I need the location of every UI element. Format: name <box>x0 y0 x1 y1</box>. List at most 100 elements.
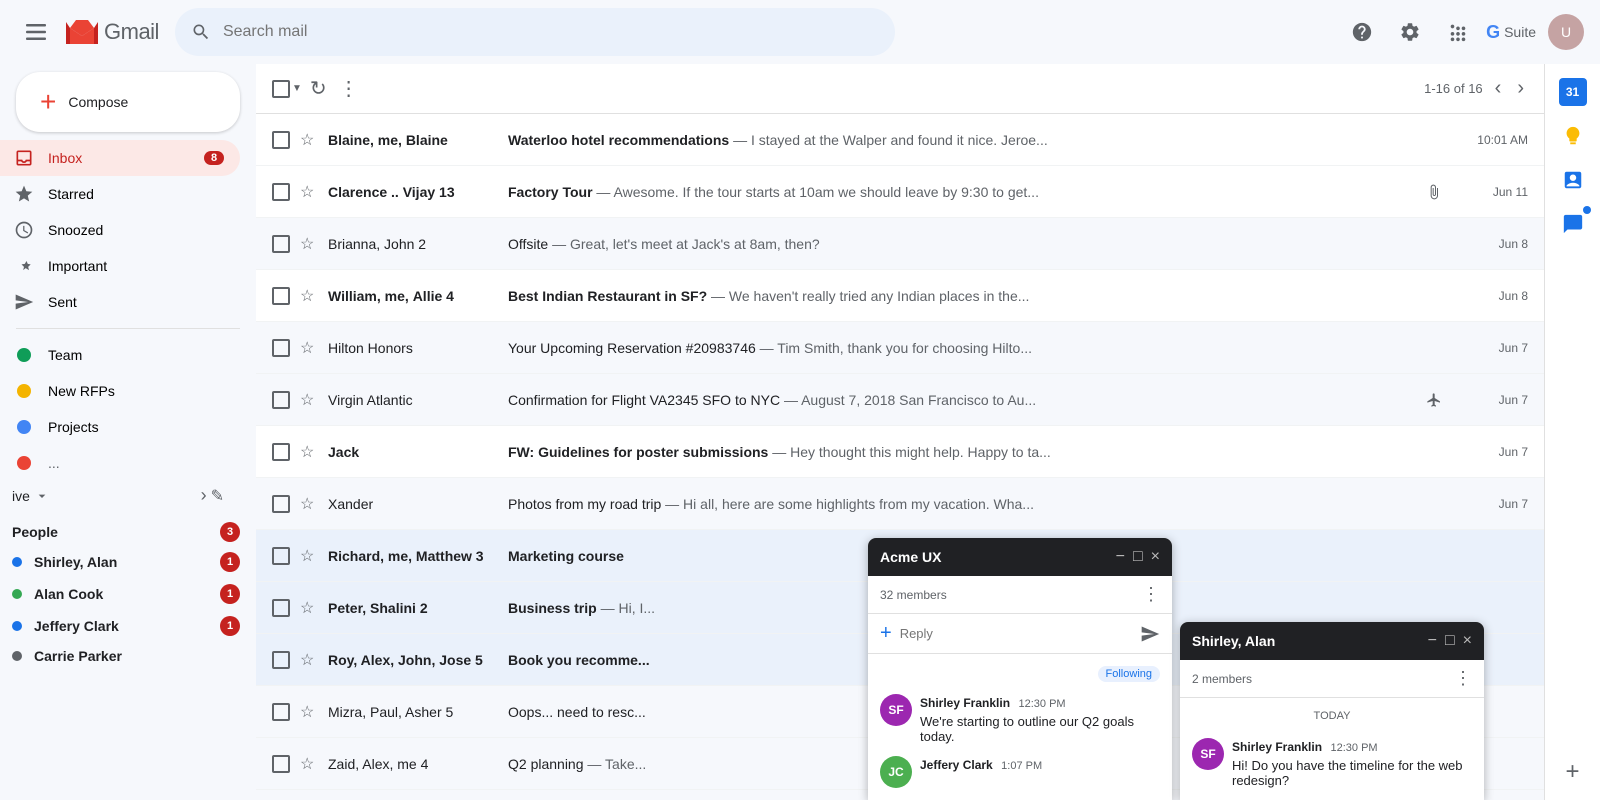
person-item-jeffery-clark[interactable]: Jeffery Clark 1 <box>0 610 256 642</box>
row-checkbox-10[interactable] <box>272 651 300 669</box>
reply-plus-icon[interactable]: + <box>880 622 892 645</box>
important-icon <box>12 256 36 276</box>
sa-more-icon[interactable]: ⋮ <box>1454 668 1472 689</box>
row-checkbox-5[interactable] <box>272 391 300 409</box>
menu-button[interactable] <box>16 12 56 52</box>
row-checkbox-4[interactable] <box>272 339 300 357</box>
star-10[interactable]: ☆ <box>300 650 328 670</box>
sidebar-item-newrfps[interactable]: New RFPs <box>0 373 240 409</box>
star-0[interactable]: ☆ <box>300 130 328 150</box>
person-item-shirley-alan[interactable]: Shirley, Alan 1 <box>0 546 256 578</box>
row-checkbox-12[interactable] <box>272 755 300 773</box>
chat-icon[interactable] <box>1553 204 1593 244</box>
tasks-icon[interactable] <box>1553 160 1593 200</box>
person-dot-carrie <box>12 651 22 661</box>
compose-button[interactable]: + Compose <box>16 72 240 132</box>
row-checkbox-3[interactable] <box>272 287 300 305</box>
help-button[interactable] <box>1342 12 1382 52</box>
star-6[interactable]: ☆ <box>300 442 328 462</box>
settings-button[interactable] <box>1390 12 1430 52</box>
person-item-alan-cook[interactable]: Alan Cook 1 <box>0 578 256 610</box>
sidebar-item-snoozed[interactable]: Snoozed <box>0 212 240 248</box>
right-side: ▼ ↻ ⋮ 1-16 of 16 ‹ › ☆ Blaine, me, Blain… <box>256 64 1544 800</box>
more-options-button[interactable]: ⋮ <box>335 72 363 105</box>
sidebar-item-more[interactable]: ... <box>0 445 240 481</box>
people-section: People 3 Shirley, Alan 1 Alan Cook 1 Jef… <box>0 510 256 678</box>
search-bar[interactable] <box>175 8 895 56</box>
expand-sa-button[interactable]: □ <box>1445 632 1455 650</box>
collapse-icon[interactable]: › <box>201 485 207 506</box>
sidebar-item-inbox[interactable]: Inbox 8 <box>0 140 240 176</box>
today-label: TODAY <box>1192 710 1472 722</box>
row-checkbox-9[interactable] <box>272 599 300 617</box>
keep-icon[interactable] <box>1553 116 1593 156</box>
acme-more-icon[interactable]: ⋮ <box>1142 584 1160 605</box>
minimize-sa-button[interactable]: − <box>1428 632 1437 650</box>
person-item-carrie-parker[interactable]: Carrie Parker <box>0 642 256 670</box>
sender-4: Hilton Honors <box>328 340 508 356</box>
row-checkbox-11[interactable] <box>272 703 300 721</box>
calendar-icon[interactable]: 31 <box>1553 72 1593 112</box>
star-2[interactable]: ☆ <box>300 234 328 254</box>
apps-button[interactable] <box>1438 12 1478 52</box>
table-row[interactable]: ☆ Xander Photos from my road trip — Hi a… <box>256 478 1544 530</box>
row-checkbox-6[interactable] <box>272 443 300 461</box>
expand-acme-button[interactable]: □ <box>1133 548 1143 566</box>
person-name-shirley: Shirley, Alan <box>34 554 220 570</box>
topbar-right: G Suite U <box>1342 12 1584 52</box>
close-sa-button[interactable]: × <box>1463 632 1472 650</box>
next-page-button[interactable]: › <box>1513 73 1528 104</box>
sidebar-item-projects[interactable]: Projects <box>0 409 240 445</box>
chevron-down-icon[interactable] <box>34 488 50 504</box>
edit-icon[interactable]: ✎ <box>211 486 224 506</box>
following-badge: Following <box>1098 666 1160 682</box>
sidebar-item-sent[interactable]: Sent <box>0 284 240 320</box>
star-4[interactable]: ☆ <box>300 338 328 358</box>
star-12[interactable]: ☆ <box>300 754 328 774</box>
sidebar-item-important[interactable]: Important <box>0 248 240 284</box>
shirley-alan-title: Shirley, Alan <box>1192 633 1428 649</box>
table-row[interactable]: ☆ Jack FW: Guidelines for poster submiss… <box>256 426 1544 478</box>
row-checkbox-7[interactable] <box>272 495 300 513</box>
shirley-avatar: SF <box>880 694 912 726</box>
table-row[interactable]: ☆ Brianna, John 2 Offsite — Great, let's… <box>256 218 1544 270</box>
select-dropdown-arrow[interactable]: ▼ <box>292 83 302 94</box>
prev-page-button[interactable]: ‹ <box>1491 73 1506 104</box>
star-9[interactable]: ☆ <box>300 598 328 618</box>
refresh-button[interactable]: ↻ <box>306 72 331 105</box>
more-label: ... <box>48 455 224 471</box>
star-1[interactable]: ☆ <box>300 182 328 202</box>
star-11[interactable]: ☆ <box>300 702 328 722</box>
star-5[interactable]: ☆ <box>300 390 328 410</box>
send-icon[interactable] <box>1140 624 1160 644</box>
search-input[interactable] <box>223 23 879 41</box>
table-row[interactable]: ☆ Clarence .. Vijay 13 Factory Tour — Aw… <box>256 166 1544 218</box>
shirley-alan-sub: 2 members ⋮ <box>1180 660 1484 698</box>
tasks-icon-wrapper[interactable] <box>1553 160 1593 200</box>
row-checkbox-1[interactable] <box>272 183 300 201</box>
star-7[interactable]: ☆ <box>300 494 328 514</box>
table-row[interactable]: ☆ William, me, Allie 4 Best Indian Resta… <box>256 270 1544 322</box>
minimize-acme-button[interactable]: − <box>1116 548 1125 566</box>
star-3[interactable]: ☆ <box>300 286 328 306</box>
sender-7: Xander <box>328 496 508 512</box>
table-row[interactable]: ☆ Hilton Honors Your Upcoming Reservatio… <box>256 322 1544 374</box>
sa-shirley-content: Shirley Franklin 12:30 PM Hi! Do you hav… <box>1232 738 1472 788</box>
select-all-wrapper[interactable]: ▼ <box>272 80 302 98</box>
star-8[interactable]: ☆ <box>300 546 328 566</box>
row-checkbox-0[interactable] <box>272 131 300 149</box>
sender-10: Roy, Alex, John, Jose 5 <box>328 652 508 668</box>
table-row[interactable]: ☆ Virgin Atlantic Confirmation for Fligh… <box>256 374 1544 426</box>
sidebar-item-starred[interactable]: Starred <box>0 176 240 212</box>
row-checkbox-2[interactable] <box>272 235 300 253</box>
add-sidebar-button[interactable]: + <box>1553 752 1593 792</box>
sidebar-item-team[interactable]: Team <box>0 337 240 373</box>
user-avatar[interactable]: U <box>1548 14 1584 50</box>
close-acme-button[interactable]: × <box>1151 548 1160 566</box>
table-row[interactable]: ☆ Blaine, me, Blaine Waterloo hotel reco… <box>256 114 1544 166</box>
acme-reply-bar[interactable]: + <box>868 614 1172 654</box>
acme-reply-input[interactable] <box>900 626 1132 641</box>
compose-label: Compose <box>68 94 128 110</box>
select-all-checkbox[interactable] <box>272 80 290 98</box>
row-checkbox-8[interactable] <box>272 547 300 565</box>
